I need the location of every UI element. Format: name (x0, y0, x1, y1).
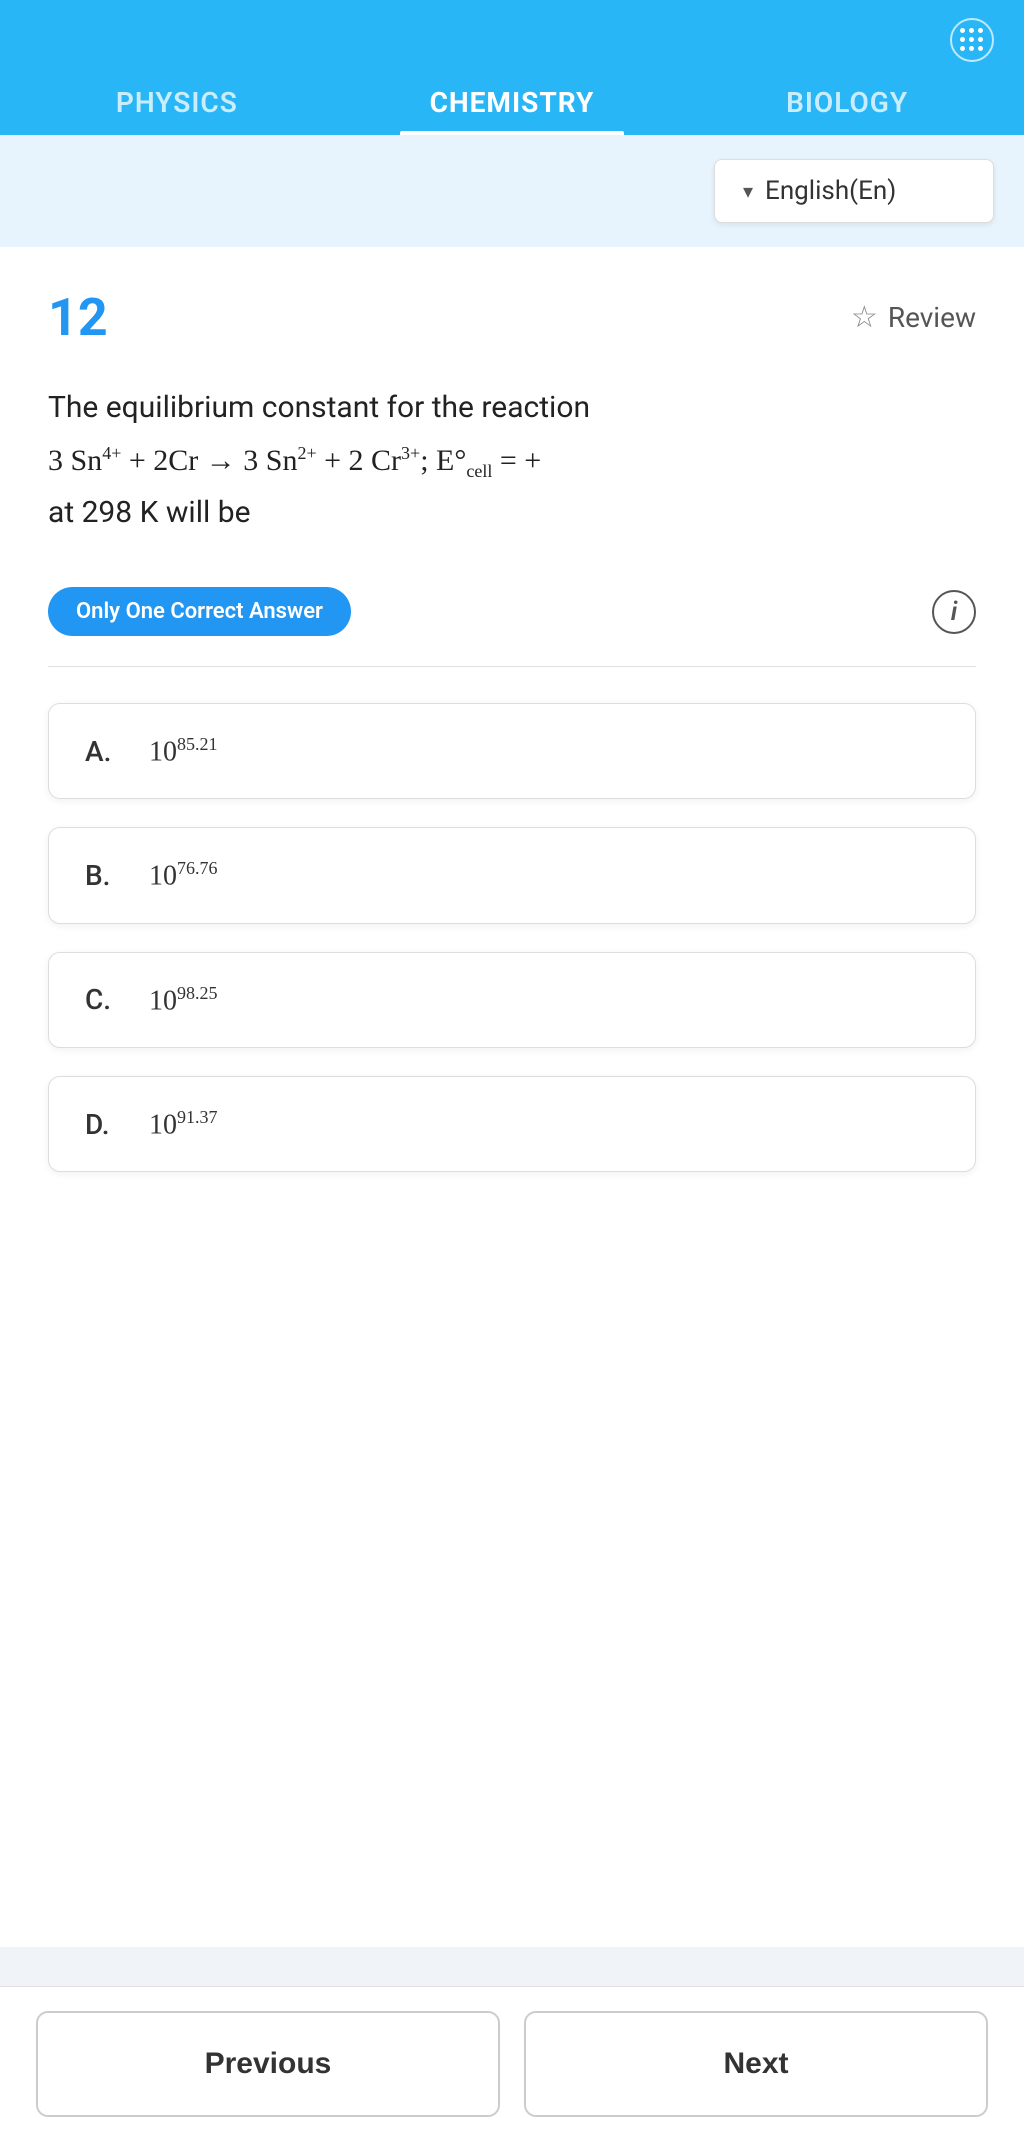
divider (48, 666, 976, 667)
option-a-value: 1085.21 (149, 734, 218, 768)
option-b[interactable]: B. 1076.76 (48, 827, 976, 923)
review-label: Review (888, 301, 976, 334)
option-c-value: 1098.25 (149, 983, 218, 1017)
option-d-value: 1091.37 (149, 1107, 218, 1141)
option-b-letter: B. (85, 859, 121, 892)
tab-biology[interactable]: BIOLOGY (756, 72, 938, 135)
question-equation: 3 Sn4+ + 2Cr → 3 Sn2+ + 2 Cr3+; E°cell =… (48, 432, 976, 489)
language-label: English(En) (765, 176, 896, 206)
answer-type-badge: Only One Correct Answer (48, 587, 351, 636)
dot (978, 46, 983, 51)
language-dropdown[interactable]: ▾ English(En) (714, 159, 994, 223)
tab-bar: PHYSICS CHEMISTRY BIOLOGY (0, 72, 1024, 135)
options-list: A. 1085.21 B. 1076.76 C. 1098.25 D. 1091… (48, 703, 976, 1172)
info-icon[interactable]: i (932, 590, 976, 634)
dot (978, 37, 983, 42)
question-number: 12 (48, 287, 108, 348)
review-button[interactable]: ☆ Review (851, 300, 976, 335)
tab-physics[interactable]: PHYSICS (86, 72, 268, 135)
option-b-value: 1076.76 (149, 858, 218, 892)
option-c-letter: C. (85, 983, 121, 1016)
star-icon: ☆ (851, 300, 878, 335)
option-d-letter: D. (85, 1108, 121, 1141)
previous-button[interactable]: Previous (36, 2011, 500, 2117)
question-intro: The equilibrium constant for the reactio… (48, 384, 976, 432)
grid-dots (960, 28, 985, 53)
footer-spacer (48, 1172, 976, 1312)
option-d[interactable]: D. 1091.37 (48, 1076, 976, 1172)
question-header: 12 ☆ Review (48, 287, 976, 348)
language-section: ▾ English(En) (0, 135, 1024, 247)
dot (969, 37, 974, 42)
footer: Previous Next (0, 1986, 1024, 2141)
header: PHYSICS CHEMISTRY BIOLOGY (0, 0, 1024, 135)
dot (960, 46, 965, 51)
dot (960, 28, 965, 33)
dot (978, 28, 983, 33)
grid-icon[interactable] (950, 18, 994, 62)
option-a[interactable]: A. 1085.21 (48, 703, 976, 799)
dot (969, 28, 974, 33)
next-button[interactable]: Next (524, 2011, 988, 2117)
answer-type-row: Only One Correct Answer i (48, 587, 976, 636)
chevron-down-icon: ▾ (743, 179, 753, 203)
question-text: The equilibrium constant for the reactio… (48, 384, 976, 537)
dot (960, 37, 965, 42)
option-c[interactable]: C. 1098.25 (48, 952, 976, 1048)
option-a-letter: A. (85, 735, 121, 768)
dot (969, 46, 974, 51)
main-content: 12 ☆ Review The equilibrium constant for… (0, 247, 1024, 1947)
header-top (0, 0, 1024, 72)
question-end: at 298 K will be (48, 489, 976, 537)
tab-chemistry[interactable]: CHEMISTRY (400, 72, 625, 135)
